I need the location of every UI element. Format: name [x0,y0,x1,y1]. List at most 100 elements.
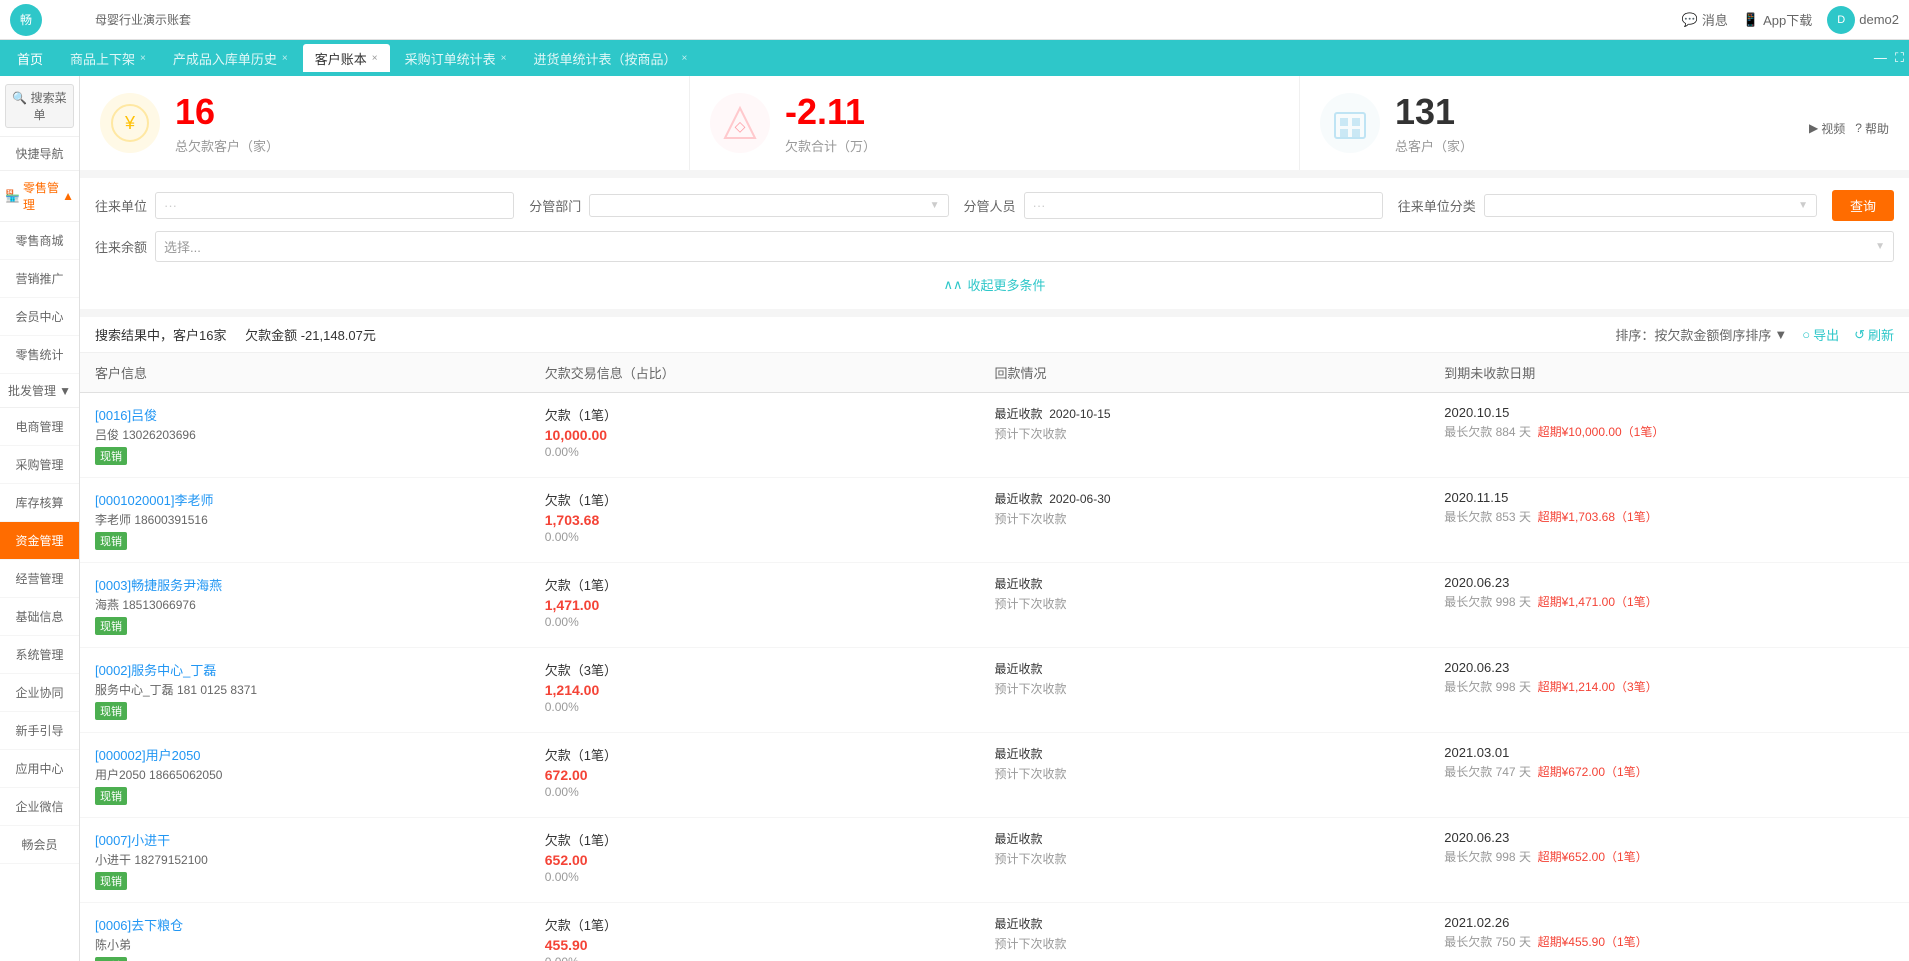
debt-amount-5: 652.00 [545,852,995,868]
overdue-days-6: 最长欠款 750 天 超期¥455.90（1笔） [1444,933,1894,950]
app-download-btn[interactable]: 📱 App下载 [1743,10,1812,29]
overdue-days-3: 最长欠款 998 天 超期¥1,214.00（3笔） [1444,678,1894,695]
debt-count-6: 欠款（1笔） [545,915,995,934]
last-collect-2: 最近收款 [995,575,1445,592]
sidebar-item-retail-mall[interactable]: 零售商城 [0,222,79,260]
overdue-link-5[interactable]: 超期¥652.00（1笔） [1538,850,1648,864]
overdue-days-5: 最长欠款 998 天 超期¥652.00（1笔） [1444,848,1894,865]
app-logo: 畅 [10,4,42,36]
overdue-link-3[interactable]: 超期¥1,214.00（3笔） [1538,680,1658,694]
overdue-link-0[interactable]: 超期¥10,000.00（1笔） [1538,425,1665,439]
tab-close-production[interactable]: × [282,53,288,64]
company-name: 母婴行业演示账套 [95,11,191,28]
tab-home[interactable]: 首页 [5,44,55,72]
customer-name-2[interactable]: [0003]畅捷服务尹海燕 [95,578,222,593]
stat-debt-amount-info: -2.11 欠款合计（万） [785,91,876,155]
customer-phone-2: 海燕 18513066976 [95,596,545,613]
tab-customer-account[interactable]: 客户账本 × [303,44,390,72]
sidebar-item-operations[interactable]: 经营管理 [0,560,79,598]
table-row: [0007]小进干 小进干 18279152100 现销 欠款（1笔） 652.… [80,818,1909,903]
customer-name-4[interactable]: [000002]用户2050 [95,748,201,763]
video-btn[interactable]: ▶ 视频 [1809,120,1845,137]
customer-phone-3: 服务中心_丁磊 181 0125 8371 [95,681,545,698]
minimize-icon[interactable]: — [1874,50,1887,66]
customer-tag-5: 现销 [95,872,127,890]
debt-count-5: 欠款（1笔） [545,830,995,849]
due-date-1: 2020.11.15 [1444,490,1894,505]
last-collect-5: 最近收款 [995,830,1445,847]
tab-production[interactable]: 产成品入库单历史 × [161,44,300,72]
query-button[interactable]: 查询 [1832,190,1894,221]
sidebar-item-basic-info[interactable]: 基础信息 [0,598,79,636]
sidebar-item-retail-stats[interactable]: 零售统计 [0,336,79,374]
messages-btn[interactable]: 💬 消息 [1682,10,1728,29]
customer-name-3[interactable]: [0002]服务中心_丁磊 [95,663,216,678]
debt-amount-value: -2.11 [785,91,876,133]
due-date-2: 2020.06.23 [1444,575,1894,590]
customer-name-1[interactable]: [0001020001]李老师 [95,493,214,508]
last-collect-6: 最近收款 [995,915,1445,932]
sidebar-item-inventory[interactable]: 库存核算 [0,484,79,522]
overdue-link-4[interactable]: 超期¥672.00（1笔） [1538,765,1648,779]
top-bar: 畅 母婴行业演示账套 💬 消息 📱 App下载 D demo2 [0,0,1909,40]
sidebar-item-members[interactable]: 会员中心 [0,298,79,336]
tab-products[interactable]: 商品上下架 × [58,44,158,72]
dept-select[interactable]: ▼ [589,194,948,217]
debt-percent-5: 0.00% [545,870,995,884]
tab-close-goods[interactable]: × [681,53,687,64]
sidebar-item-newbie[interactable]: 新手引导 [0,712,79,750]
retail-mgmt-icon: 🏪 [5,189,20,203]
refresh-btn[interactable]: ↺ 刷新 [1854,325,1894,344]
search-menu-btn[interactable]: 🔍 搜索菜单 [5,84,74,128]
sidebar-item-marketing[interactable]: 营销推广 [0,260,79,298]
sidebar-item-purchase[interactable]: 采购管理 [0,446,79,484]
sidebar-item-ecommerce[interactable]: 电商管理 [0,408,79,446]
sidebar-search-area: 🔍 搜索菜单 [0,76,79,137]
balance-select[interactable]: 选择... ▼ [155,231,1894,262]
debt-count-1: 欠款（1笔） [545,490,995,509]
debt-amount-1: 1,703.68 [545,512,995,528]
tab-goods-stats[interactable]: 进货单统计表（按商品） × [521,44,699,72]
sidebar-item-retail-mgmt[interactable]: 🏪 零售管理 ▲ [0,171,79,222]
debt-count-4: 欠款（1笔） [545,745,995,764]
sidebar-item-wechat[interactable]: 企业微信 [0,788,79,826]
stat-total-customers-info: 131 总客户（家） [1395,91,1473,155]
table-header: 客户信息 欠款交易信息（占比） 回款情况 到期未收款日期 [80,353,1909,393]
overdue-link-6[interactable]: 超期¥455.90（1笔） [1538,935,1648,949]
next-collect-3: 预计下次收款 [995,680,1445,697]
sidebar-item-app-center[interactable]: 应用中心 [0,750,79,788]
customer-name-0[interactable]: [0016]吕俊 [95,408,157,423]
export-icon: ○ [1802,327,1810,342]
sidebar-item-system[interactable]: 系统管理 [0,636,79,674]
svg-text:◇: ◇ [735,118,746,134]
sort-select[interactable]: 排序：按欠款金额倒序排序 ▼ [1615,325,1787,344]
help-icon: ? [1855,121,1862,135]
debt-percent-3: 0.00% [545,700,995,714]
category-select[interactable]: ▼ [1484,194,1817,217]
expand-icon[interactable]: ⛶ [1895,50,1904,66]
tab-bar: 首页 商品上下架 × 产成品入库单历史 × 客户账本 × 采购订单统计表 × 进… [0,40,1909,76]
overdue-link-1[interactable]: 超期¥1,703.68（1笔） [1538,510,1658,524]
sidebar-item-enterprise[interactable]: 企业协同 [0,674,79,712]
tab-close-purchase[interactable]: × [501,53,507,64]
tab-purchase-orders[interactable]: 采购订单统计表 × [393,44,519,72]
due-date-6: 2021.02.26 [1444,915,1894,930]
customer-name-6[interactable]: [0006]去下粮仓 [95,918,183,933]
collapse-text: 收起更多条件 [968,275,1046,294]
sidebar-item-wholesale-mgmt[interactable]: 批发管理 ▼ [0,374,79,408]
person-input[interactable]: ··· [1024,192,1383,219]
collapse-filters-row[interactable]: ∧∧ 收起更多条件 [95,272,1894,297]
sidebar-item-finance[interactable]: 资金管理 [0,522,79,560]
sidebar: 🔍 搜索菜单 快捷导航 🏪 零售管理 ▲ 零售商城 营销推广 会员中心 零售统计 [0,76,80,961]
due-cell-1: 2020.11.15 最长欠款 853 天 超期¥1,703.68（1笔） [1444,490,1894,525]
export-btn[interactable]: ○ 导出 [1802,325,1839,344]
customer-name-5[interactable]: [0007]小进干 [95,833,170,848]
sidebar-item-vip[interactable]: 畅会员 [0,826,79,864]
quick-nav[interactable]: 快捷导航 [0,137,79,171]
overdue-link-2[interactable]: 超期¥1,471.00（1笔） [1538,595,1658,609]
help-btn[interactable]: ? 帮助 [1855,120,1889,137]
supplier-input[interactable]: ··· [155,192,514,219]
tab-close-customer[interactable]: × [372,53,378,64]
tab-close-products[interactable]: × [140,53,146,64]
user-menu[interactable]: D demo2 [1827,6,1899,34]
